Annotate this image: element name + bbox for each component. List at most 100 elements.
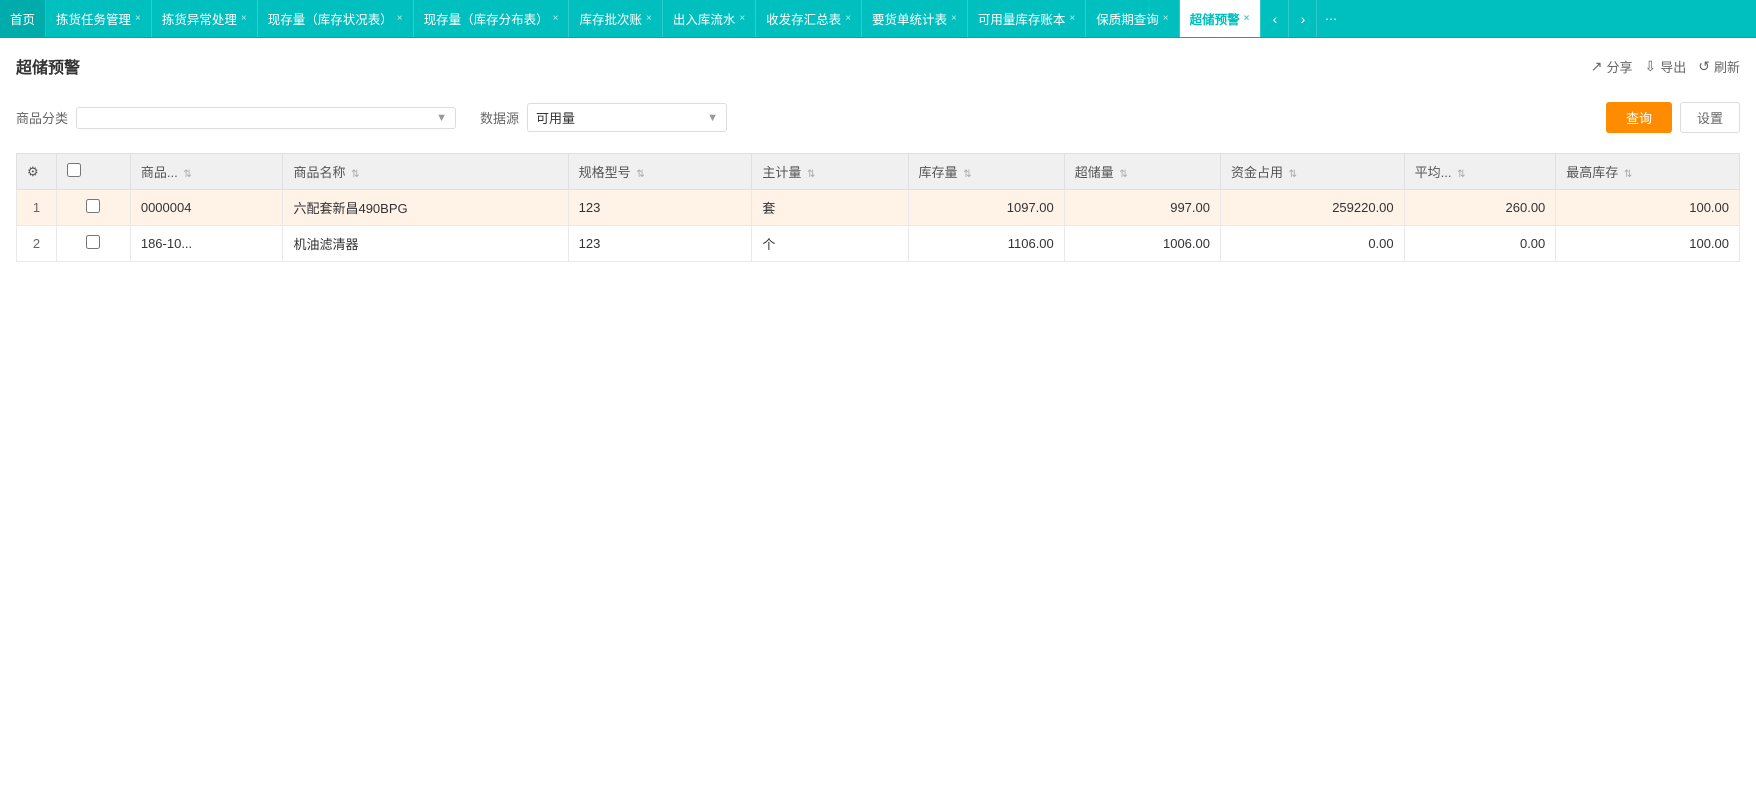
- row-overstock: 1006.00: [1064, 226, 1220, 262]
- row-avg: 260.00: [1404, 190, 1556, 226]
- row-max-stock: 100.00: [1556, 190, 1740, 226]
- nav-tab-inventory-status[interactable]: 现存量（库存状况表） ×: [258, 0, 414, 37]
- nav-tab-order-stats-close[interactable]: ×: [951, 13, 957, 24]
- nav-tab-collect[interactable]: 收发存汇总表 ×: [756, 0, 862, 37]
- nav-tab-abnormal-close[interactable]: ×: [241, 13, 247, 24]
- nav-tab-overstock-close[interactable]: ×: [1244, 13, 1250, 24]
- row-product-name: 机油滤清器: [283, 226, 568, 262]
- top-navigation: 首页 拣货任务管理 × 拣货异常处理 × 现存量（库存状况表） × 现存量（库存…: [0, 0, 1756, 38]
- sort-product-name-icon: ⇅: [351, 169, 359, 180]
- row-product-code: 186-10...: [130, 226, 283, 262]
- select-all-checkbox[interactable]: [67, 163, 81, 177]
- sort-stock-icon: ⇅: [963, 169, 971, 180]
- row-checkbox[interactable]: [86, 235, 100, 249]
- row-stock: 1106.00: [908, 226, 1064, 262]
- row-product-name: 六配套新昌490BPG: [283, 190, 568, 226]
- th-max-stock[interactable]: 最高库存 ⇅: [1556, 154, 1740, 190]
- th-spec[interactable]: 规格型号 ⇅: [568, 154, 752, 190]
- nav-tab-abnormal[interactable]: 拣货异常处理 ×: [152, 0, 258, 37]
- nav-tab-available-close[interactable]: ×: [1069, 13, 1075, 24]
- th-settings[interactable]: ⚙: [17, 154, 57, 190]
- datasource-dropdown-icon: ▼: [707, 112, 718, 124]
- nav-tab-inventory-status-label: 现存量（库存状况表）: [268, 9, 393, 28]
- page-title: 超储预警: [16, 54, 80, 78]
- th-stock[interactable]: 库存量 ⇅: [908, 154, 1064, 190]
- nav-arrow-left[interactable]: ‹: [1260, 0, 1288, 37]
- nav-tab-order-stats[interactable]: 要货单统计表 ×: [862, 0, 968, 37]
- sort-spec-icon: ⇅: [636, 169, 644, 180]
- row-num: 2: [17, 226, 57, 262]
- th-spec-label: 规格型号: [579, 165, 631, 180]
- sort-max-stock-icon: ⇅: [1624, 169, 1632, 180]
- datasource-filter-group: 数据源 可用量 ▼: [480, 103, 727, 132]
- category-dropdown-icon: ▼: [436, 112, 447, 124]
- th-capital-label: 资金占用: [1231, 165, 1283, 180]
- th-avg-label: 平均...: [1415, 165, 1452, 180]
- th-avg[interactable]: 平均... ⇅: [1404, 154, 1556, 190]
- nav-tab-collect-label: 收发存汇总表: [766, 9, 841, 28]
- row-stock: 1097.00: [908, 190, 1064, 226]
- category-select[interactable]: ▼: [76, 107, 456, 129]
- row-capital: 259220.00: [1220, 190, 1404, 226]
- th-stock-label: 库存量: [919, 165, 958, 180]
- nav-tab-home[interactable]: 首页: [0, 0, 46, 37]
- th-product-name[interactable]: 商品名称 ⇅: [283, 154, 568, 190]
- nav-tab-abnormal-label: 拣货异常处理: [162, 9, 237, 28]
- row-product-code: 0000004: [130, 190, 283, 226]
- row-avg: 0.00: [1404, 226, 1556, 262]
- category-filter-group: 商品分类 ▼: [16, 107, 456, 129]
- nav-tab-available-label: 可用量库存账本: [978, 9, 1066, 28]
- nav-tab-quality-close[interactable]: ×: [1163, 13, 1169, 24]
- nav-tab-available[interactable]: 可用量库存账本 ×: [968, 0, 1086, 37]
- nav-tab-flow[interactable]: 出入库流水 ×: [663, 0, 756, 37]
- filter-row: 商品分类 ▼ 数据源 可用量 ▼ 查询 设置: [16, 94, 1740, 141]
- share-icon: ↗: [1591, 58, 1603, 75]
- sort-overstock-icon: ⇅: [1119, 169, 1127, 180]
- refresh-icon: ↺: [1698, 58, 1710, 75]
- header-actions: ↗ 分享 ⇩ 导出 ↺ 刷新: [1591, 57, 1740, 76]
- nav-tab-collect-close[interactable]: ×: [845, 13, 851, 24]
- nav-tab-inventory-dist-label: 现存量（库存分布表）: [424, 9, 549, 28]
- row-max-stock: 100.00: [1556, 226, 1740, 262]
- query-button[interactable]: 查询: [1606, 102, 1672, 133]
- table-row: 2 186-10... 机油滤清器 123 个 1106.00 1006.00 …: [17, 226, 1740, 262]
- nav-tab-batch[interactable]: 库存批次账 ×: [569, 0, 662, 37]
- data-table: ⚙ 商品... ⇅ 商品名称 ⇅ 规格型号 ⇅ 主计量: [16, 153, 1740, 262]
- nav-tab-batch-close[interactable]: ×: [646, 13, 652, 24]
- nav-arrow-more[interactable]: ⋯: [1316, 0, 1344, 37]
- nav-tab-quality[interactable]: 保质期查询 ×: [1086, 0, 1179, 37]
- nav-tab-inventory-dist[interactable]: 现存量（库存分布表） ×: [414, 0, 570, 37]
- nav-tab-batch-label: 库存批次账: [579, 9, 642, 28]
- nav-arrow-right[interactable]: ›: [1288, 0, 1316, 37]
- th-product-code-label: 商品...: [141, 165, 178, 180]
- table-row: 1 0000004 六配套新昌490BPG 123 套 1097.00 997.…: [17, 190, 1740, 226]
- datasource-select-value: 可用量: [536, 108, 575, 127]
- page-header: 超储预警 ↗ 分享 ⇩ 导出 ↺ 刷新: [16, 54, 1740, 78]
- datasource-select[interactable]: 可用量 ▼: [527, 103, 727, 132]
- row-checkbox-cell: [57, 190, 131, 226]
- nav-tab-task-close[interactable]: ×: [135, 13, 141, 24]
- th-capital[interactable]: 资金占用 ⇅: [1220, 154, 1404, 190]
- row-unit: 个: [752, 226, 908, 262]
- share-button[interactable]: ↗ 分享: [1591, 57, 1633, 76]
- sort-capital-icon: ⇅: [1289, 169, 1297, 180]
- sort-unit-icon: ⇅: [807, 169, 815, 180]
- th-overstock[interactable]: 超储量 ⇅: [1064, 154, 1220, 190]
- export-button[interactable]: ⇩ 导出: [1645, 57, 1687, 76]
- filter-buttons: 查询 设置: [1606, 102, 1740, 133]
- row-capital: 0.00: [1220, 226, 1404, 262]
- settings-button[interactable]: 设置: [1680, 102, 1740, 133]
- nav-tab-flow-close[interactable]: ×: [739, 13, 745, 24]
- row-checkbox-cell: [57, 226, 131, 262]
- row-checkbox[interactable]: [86, 199, 100, 213]
- nav-tab-inventory-dist-close[interactable]: ×: [553, 13, 559, 24]
- th-product-name-label: 商品名称: [293, 165, 345, 180]
- th-unit[interactable]: 主计量 ⇅: [752, 154, 908, 190]
- refresh-button[interactable]: ↺ 刷新: [1698, 57, 1740, 76]
- nav-tab-overstock[interactable]: 超储预警 ×: [1180, 0, 1261, 37]
- row-num: 1: [17, 190, 57, 226]
- nav-tab-home-label: 首页: [10, 9, 35, 28]
- th-product-code[interactable]: 商品... ⇅: [130, 154, 283, 190]
- nav-tab-task[interactable]: 拣货任务管理 ×: [46, 0, 152, 37]
- nav-tab-inventory-status-close[interactable]: ×: [397, 13, 403, 24]
